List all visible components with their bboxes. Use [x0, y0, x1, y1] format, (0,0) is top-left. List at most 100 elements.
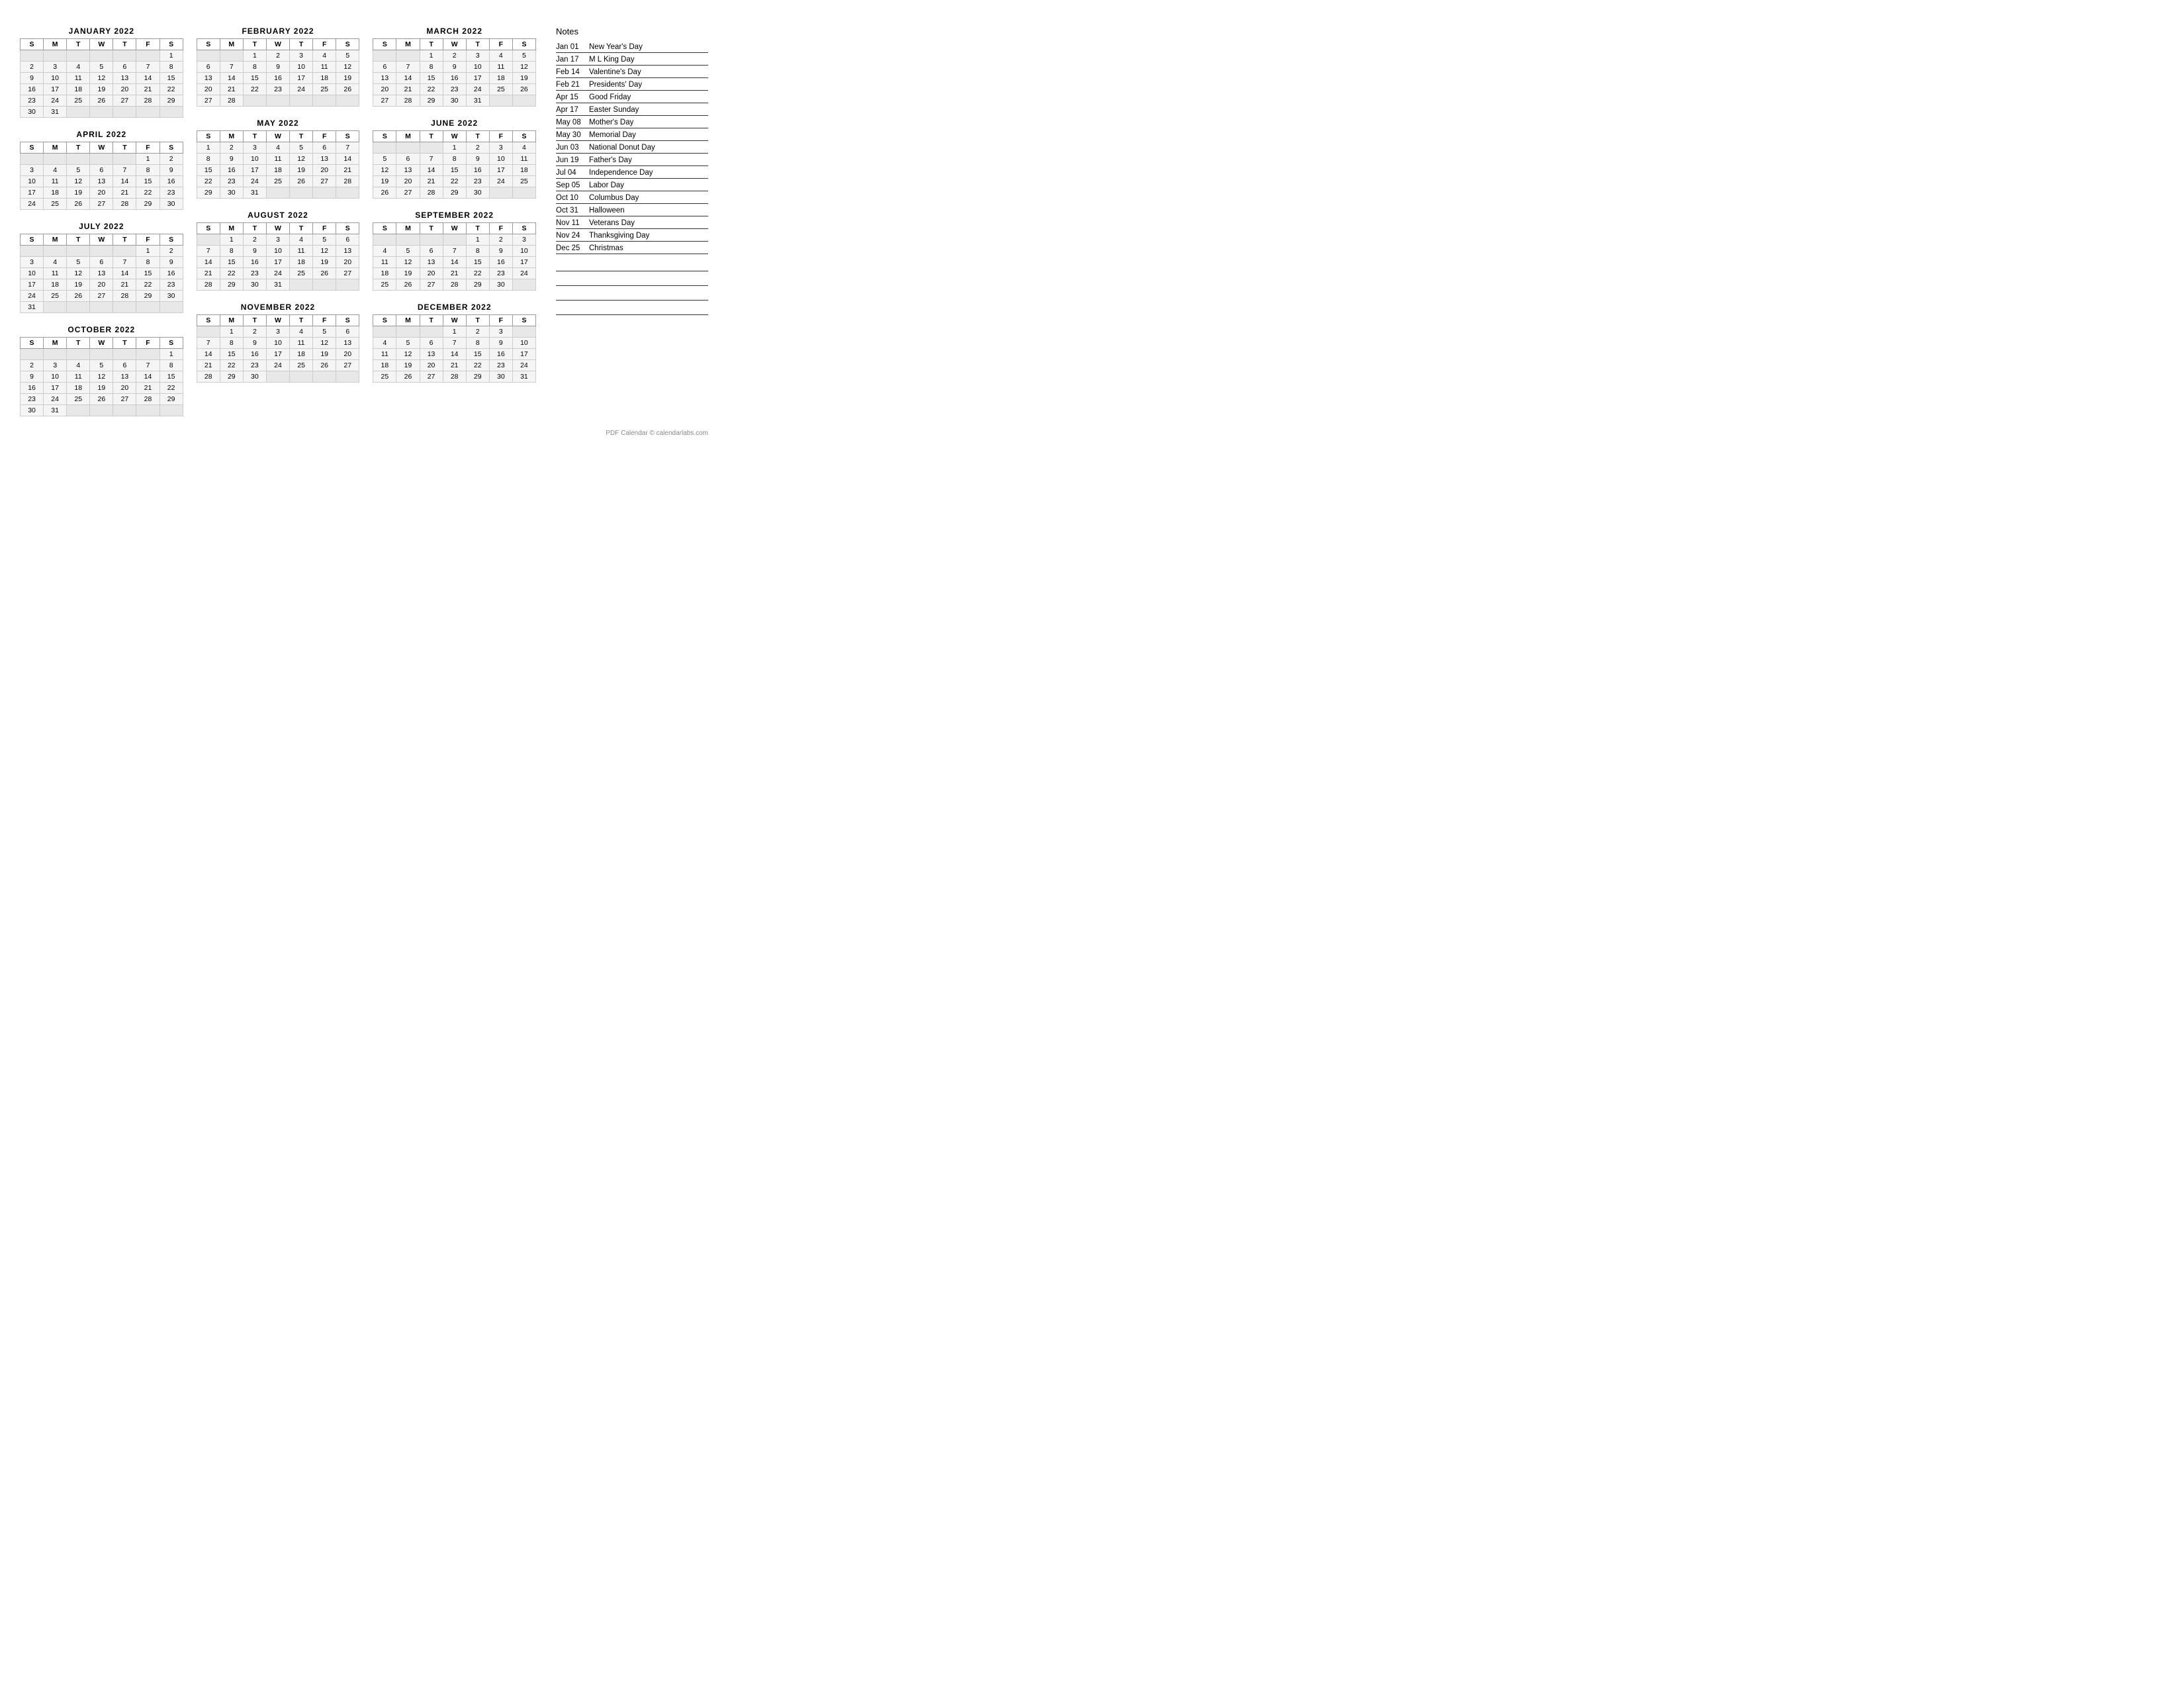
- calendar-day: 9: [21, 73, 44, 84]
- day-header: W: [443, 39, 466, 50]
- calendar-day: 7: [443, 338, 466, 349]
- calendar-day: 25: [67, 95, 90, 107]
- calendar-day: 3: [489, 326, 512, 338]
- calendar-day: 27: [336, 268, 359, 279]
- calendar-day: 12: [67, 176, 90, 187]
- day-header: S: [21, 142, 44, 154]
- calendar-day: 8: [220, 246, 243, 257]
- calendar-day: [243, 95, 266, 107]
- day-header: T: [113, 39, 136, 50]
- calendar-day: 21: [443, 360, 466, 371]
- calendar-day: 18: [290, 349, 313, 360]
- day-header: T: [113, 142, 136, 154]
- calendar-day: [420, 326, 443, 338]
- calendar-day: 14: [197, 257, 220, 268]
- calendar-day: 18: [373, 268, 396, 279]
- note-item: Jun 19Father's Day: [556, 154, 708, 166]
- calendar-day: 26: [396, 371, 420, 383]
- calendar-day: 4: [67, 62, 90, 73]
- calendar-table: SMTWTFS123456789101112131415161718192021…: [20, 234, 183, 313]
- day-header: T: [67, 338, 90, 349]
- calendar-day: 4: [373, 246, 396, 257]
- calendar-day: 13: [420, 257, 443, 268]
- note-item: Feb 21Presidents' Day: [556, 78, 708, 91]
- day-header: T: [466, 39, 489, 50]
- calendar-day: [373, 234, 396, 246]
- note-item: May 30Memorial Day: [556, 128, 708, 141]
- calendar-day: 21: [443, 268, 466, 279]
- calendar-day: 15: [220, 257, 243, 268]
- calendar-day: 9: [243, 338, 266, 349]
- calendar-day: [113, 405, 136, 416]
- calendar-day: [67, 154, 90, 165]
- calendar-day: [489, 95, 512, 107]
- calendar-day: 31: [512, 371, 535, 383]
- calendar-day: 13: [113, 371, 136, 383]
- calendar-day: 19: [336, 73, 359, 84]
- calendar-day: 25: [313, 84, 336, 95]
- day-header: T: [67, 234, 90, 246]
- calendar-day: 16: [443, 73, 466, 84]
- calendar-day: [67, 246, 90, 257]
- calendar-day: 31: [243, 187, 266, 199]
- calendar-day: 24: [512, 268, 535, 279]
- calendar-day: [396, 234, 420, 246]
- calendar-day: 5: [313, 234, 336, 246]
- calendar-day: 16: [489, 257, 512, 268]
- calendar-day: [420, 142, 443, 154]
- day-header: W: [90, 142, 113, 154]
- calendar-day: 6: [336, 326, 359, 338]
- calendar-day: 3: [21, 165, 44, 176]
- calendar-day: 1: [420, 50, 443, 62]
- note-item: Jan 17M L King Day: [556, 53, 708, 66]
- calendar-day: 16: [21, 84, 44, 95]
- notes-blank-line: [556, 257, 708, 271]
- notes-blank-line: [556, 301, 708, 315]
- calendar-day: 10: [243, 154, 266, 165]
- calendar-day: 3: [466, 50, 489, 62]
- calendar-day: 20: [113, 84, 136, 95]
- calendar-day: [159, 302, 183, 313]
- calendar-day: [512, 95, 535, 107]
- calendar-day: 26: [67, 291, 90, 302]
- calendar-day: 4: [266, 142, 289, 154]
- calendar-day: 24: [512, 360, 535, 371]
- calendar-day: 12: [67, 268, 90, 279]
- month-title: JANUARY 2022: [20, 26, 183, 36]
- day-header: W: [266, 131, 289, 142]
- calendar-day: 20: [336, 349, 359, 360]
- day-header: T: [243, 223, 266, 234]
- calendar-table: SMTWTFS123456789101112131415161718192021…: [197, 314, 360, 383]
- calendar-day: 2: [243, 326, 266, 338]
- day-header: M: [44, 142, 67, 154]
- calendar-day: [336, 371, 359, 383]
- calendar-day: [197, 326, 220, 338]
- calendar-day: 18: [266, 165, 289, 176]
- calendar-table: SMTWTFS123456789101112131415161718192021…: [197, 222, 360, 291]
- calendar-day: 13: [420, 349, 443, 360]
- calendar-day: 19: [67, 279, 90, 291]
- calendar-day: 20: [420, 360, 443, 371]
- calendar-day: 16: [243, 349, 266, 360]
- calendar-day: 15: [159, 371, 183, 383]
- day-header: S: [21, 338, 44, 349]
- calendar-day: 14: [336, 154, 359, 165]
- calendar-day: 17: [266, 349, 289, 360]
- day-header: M: [396, 131, 420, 142]
- note-item: Nov 11Veterans Day: [556, 216, 708, 229]
- calendar-day: 11: [512, 154, 535, 165]
- calendar-day: 15: [443, 165, 466, 176]
- calendar-day: 20: [336, 257, 359, 268]
- calendar-day: 4: [512, 142, 535, 154]
- calendar-day: 4: [44, 257, 67, 268]
- note-date: Feb 21: [556, 81, 584, 89]
- day-header: F: [136, 338, 159, 349]
- calendar-day: 8: [220, 338, 243, 349]
- calendar-day: [44, 349, 67, 360]
- calendar-day: 2: [466, 142, 489, 154]
- day-header: W: [443, 223, 466, 234]
- page-wrapper: JANUARY 2022SMTWTFS123456789101112131415…: [20, 26, 708, 437]
- calendar-day: 19: [396, 268, 420, 279]
- calendar-day: [90, 50, 113, 62]
- calendar-day: [512, 326, 535, 338]
